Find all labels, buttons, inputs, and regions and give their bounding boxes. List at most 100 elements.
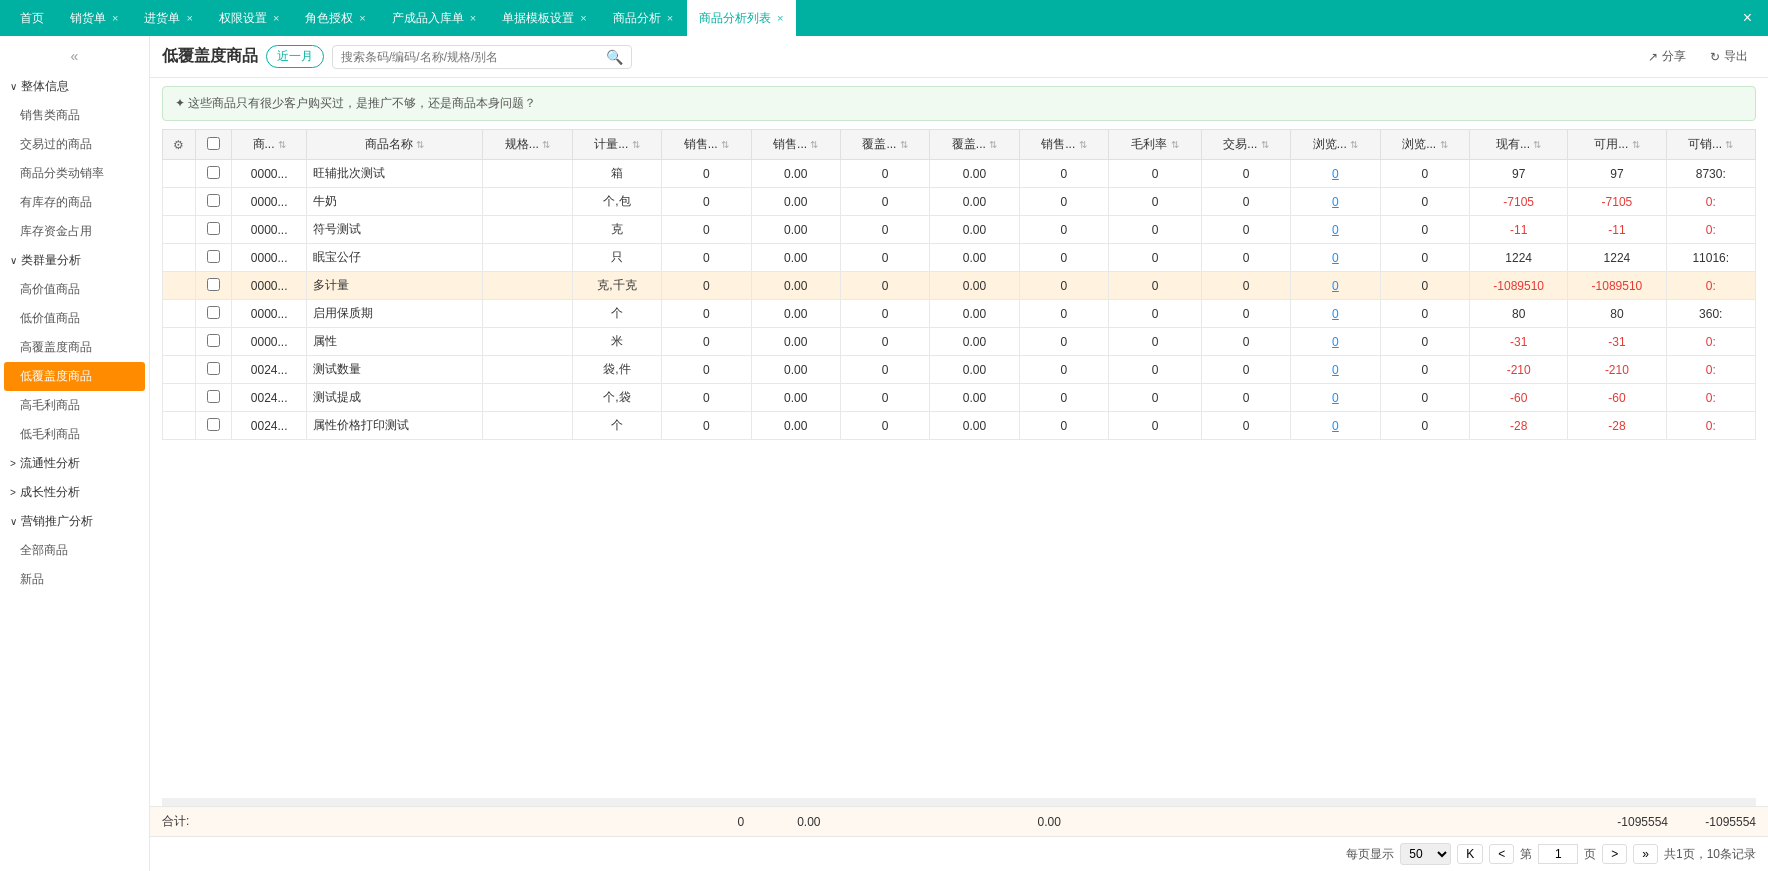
row-checkbox[interactable] (195, 272, 231, 300)
row-browse1[interactable]: 0 (1291, 160, 1380, 188)
row-browse1[interactable]: 0 (1291, 328, 1380, 356)
row-checkbox[interactable] (195, 300, 231, 328)
row-select-checkbox[interactable] (207, 166, 220, 179)
search-input[interactable] (341, 50, 606, 64)
col-cov2[interactable]: 覆盖... ⇅ (930, 130, 1019, 160)
export-button[interactable]: ↻ 导出 (1702, 44, 1756, 69)
sidebar-item-stock-funds[interactable]: 库存资金占用 (0, 217, 149, 246)
time-filter-button[interactable]: 近一月 (266, 45, 324, 68)
col-transactions[interactable]: 交易... ⇅ (1201, 130, 1290, 160)
col-spec[interactable]: 规格... ⇅ (483, 130, 572, 160)
sidebar-item-in-stock-goods[interactable]: 有库存的商品 (0, 188, 149, 217)
sidebar-item-high-value[interactable]: 高价值商品 (0, 275, 149, 304)
sidebar-item-high-gross[interactable]: 高毛利商品 (0, 391, 149, 420)
sidebar-collapse-button[interactable]: « (0, 40, 149, 72)
last-page-button[interactable]: » (1633, 844, 1658, 864)
sidebar-section-flow[interactable]: > 流通性分析 (0, 449, 149, 478)
row-browse1[interactable]: 0 (1291, 244, 1380, 272)
sidebar-item-low-coverage[interactable]: 低覆盖度商品 (4, 362, 145, 391)
close-icon[interactable]: × (777, 12, 783, 24)
sidebar-item-new-goods[interactable]: 新品 (0, 565, 149, 594)
page-number-input[interactable] (1538, 844, 1578, 864)
col-sales-amt[interactable]: 销售... ⇅ (751, 130, 840, 160)
per-page-select[interactable]: 50 100 200 (1400, 843, 1451, 865)
row-browse1[interactable]: 0 (1291, 384, 1380, 412)
sidebar-item-low-value[interactable]: 低价值商品 (0, 304, 149, 333)
row-select-checkbox[interactable] (207, 418, 220, 431)
row-select-checkbox[interactable] (207, 334, 220, 347)
col-name[interactable]: 商品名称 ⇅ (307, 130, 483, 160)
row-browse1[interactable]: 0 (1291, 356, 1380, 384)
row-browse2: 0 (1380, 188, 1469, 216)
row-checkbox[interactable] (195, 356, 231, 384)
row-select-checkbox[interactable] (207, 306, 220, 319)
close-all-button[interactable]: × (1735, 9, 1760, 27)
close-icon[interactable]: × (580, 12, 586, 24)
row-browse1[interactable]: 0 (1291, 216, 1380, 244)
row-browse1[interactable]: 0 (1291, 300, 1380, 328)
row-checkbox[interactable] (195, 384, 231, 412)
col-browse1[interactable]: 浏览... ⇅ (1291, 130, 1380, 160)
col-sales-qty[interactable]: 销售... ⇅ (662, 130, 751, 160)
select-all-checkbox[interactable] (207, 137, 220, 150)
sidebar-item-category-sales-rate[interactable]: 商品分类动销率 (0, 159, 149, 188)
row-available: -28 (1568, 412, 1666, 440)
sidebar-item-all-goods[interactable]: 全部商品 (0, 536, 149, 565)
col-checkbox[interactable] (195, 130, 231, 160)
close-icon[interactable]: × (359, 12, 365, 24)
close-icon[interactable]: × (667, 12, 673, 24)
row-select-checkbox[interactable] (207, 278, 220, 291)
sidebar-section-general[interactable]: ∨ 整体信息 (0, 72, 149, 101)
nav-home[interactable]: 首页 (8, 0, 56, 36)
nav-template-settings[interactable]: 单据模板设置 × (490, 0, 598, 36)
row-checkbox[interactable] (195, 188, 231, 216)
first-page-button[interactable]: K (1457, 844, 1483, 864)
col-cov1[interactable]: 覆盖... ⇅ (840, 130, 929, 160)
nav-product-analysis[interactable]: 商品分析 × (601, 0, 685, 36)
table-row: 0000... 启用保质期 个 0 0.00 0 0.00 0 0 0 0 0 … (163, 300, 1756, 328)
col-sales-days[interactable]: 销售... ⇅ (1019, 130, 1108, 160)
row-browse1[interactable]: 0 (1291, 188, 1380, 216)
sidebar-item-sales-goods[interactable]: 销售类商品 (0, 101, 149, 130)
col-code[interactable]: 商... ⇅ (232, 130, 307, 160)
row-browse1[interactable]: 0 (1291, 272, 1380, 300)
nav-purchase-order[interactable]: 进货单 × (132, 0, 204, 36)
row-select-checkbox[interactable] (207, 250, 220, 263)
horizontal-scrollbar[interactable] (162, 798, 1756, 806)
close-icon[interactable]: × (273, 12, 279, 24)
close-icon[interactable]: × (112, 12, 118, 24)
row-select-checkbox[interactable] (207, 222, 220, 235)
next-page-button[interactable]: > (1602, 844, 1627, 864)
row-checkbox[interactable] (195, 412, 231, 440)
col-available[interactable]: 可用... ⇅ (1568, 130, 1666, 160)
sidebar-section-growth[interactable]: > 成长性分析 (0, 478, 149, 507)
col-gross-margin[interactable]: 毛利率 ⇅ (1109, 130, 1202, 160)
nav-product-analysis-list[interactable]: 商品分析列表 × (687, 0, 795, 36)
col-unit[interactable]: 计量... ⇅ (572, 130, 661, 160)
col-settings[interactable]: ⚙ (163, 130, 196, 160)
row-checkbox[interactable] (195, 328, 231, 356)
sidebar-item-low-gross[interactable]: 低毛利商品 (0, 420, 149, 449)
share-button[interactable]: ↗ 分享 (1640, 44, 1694, 69)
col-sellable[interactable]: 可销... ⇅ (1666, 130, 1755, 160)
prev-page-button[interactable]: < (1489, 844, 1514, 864)
col-current-stock[interactable]: 现有... ⇅ (1470, 130, 1568, 160)
nav-finished-goods[interactable]: 产成品入库单 × (380, 0, 488, 36)
sidebar-section-quality[interactable]: ∨ 类群量分析 (0, 246, 149, 275)
sidebar-item-traded-goods[interactable]: 交易过的商品 (0, 130, 149, 159)
row-select-checkbox[interactable] (207, 362, 220, 375)
col-browse2[interactable]: 浏览... ⇅ (1380, 130, 1469, 160)
nav-sales-order[interactable]: 销货单 × (58, 0, 130, 36)
close-icon[interactable]: × (470, 12, 476, 24)
row-select-checkbox[interactable] (207, 390, 220, 403)
row-browse1[interactable]: 0 (1291, 412, 1380, 440)
row-checkbox[interactable] (195, 160, 231, 188)
nav-permission-settings[interactable]: 权限设置 × (207, 0, 291, 36)
row-select-checkbox[interactable] (207, 194, 220, 207)
row-checkbox[interactable] (195, 244, 231, 272)
close-icon[interactable]: × (186, 12, 192, 24)
sidebar-section-marketing[interactable]: ∨ 营销推广分析 (0, 507, 149, 536)
nav-role-auth[interactable]: 角色授权 × (293, 0, 377, 36)
sidebar-item-high-coverage[interactable]: 高覆盖度商品 (0, 333, 149, 362)
row-checkbox[interactable] (195, 216, 231, 244)
